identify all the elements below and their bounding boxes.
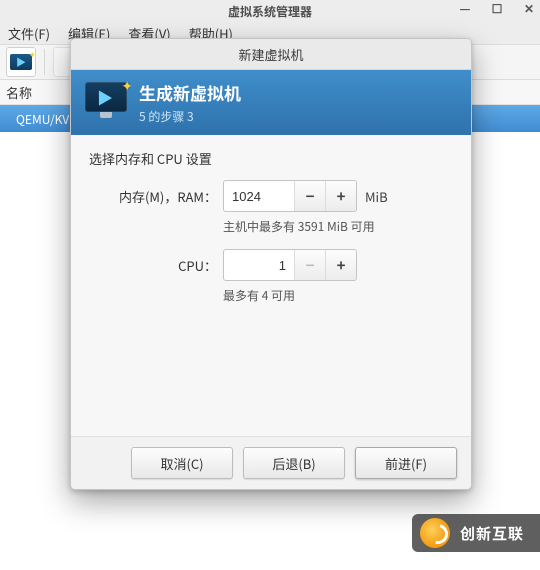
memory-label: 内存(M)，RAM： (89, 187, 223, 206)
toolbar-divider (44, 49, 45, 75)
menu-file[interactable]: 文件(F) (8, 24, 50, 43)
cpu-spinner: − + (223, 249, 357, 281)
memory-input[interactable] (224, 181, 294, 211)
cpu-input[interactable] (224, 250, 294, 280)
minimize-icon[interactable]: — (458, 0, 472, 17)
cpu-decrement-button[interactable]: − (294, 250, 325, 280)
memory-decrement-button[interactable]: − (294, 181, 325, 211)
starburst-icon: ✦ (121, 76, 133, 96)
vm-icon: ✦ (85, 82, 127, 118)
watermark-text: 创新互联 (460, 523, 524, 544)
forward-button[interactable]: 前进(F) (355, 447, 457, 479)
memory-increment-button[interactable]: + (325, 181, 356, 211)
memory-hint: 主机中最多有 3591 MiB 可用 (223, 218, 453, 235)
dialog-header-title: 生成新虚拟机 (139, 80, 457, 105)
starburst-icon: ✦ (28, 48, 36, 61)
new-vm-button[interactable]: ✦ (6, 47, 36, 77)
connection-name: QEMU/KV (16, 111, 69, 128)
watermark-logo-icon (420, 518, 450, 548)
dialog-footer: 取消(C) 后退(B) 前进(F) (71, 436, 471, 489)
window-title: 虚拟系统管理器 (228, 3, 312, 20)
cpu-label: CPU： (89, 256, 223, 275)
close-icon[interactable]: ✕ (522, 0, 536, 17)
section-title: 选择内存和 CPU 设置 (89, 149, 453, 168)
dialog-title: 新建虚拟机 (238, 45, 303, 64)
dialog-body: 选择内存和 CPU 设置 内存(M)，RAM： − + MiB 主机中最多有 3… (71, 135, 471, 436)
cpu-increment-button[interactable]: + (325, 250, 356, 280)
window-titlebar: 虚拟系统管理器 — ☐ ✕ (0, 0, 540, 22)
cpu-hint: 最多有 4 可用 (223, 287, 453, 304)
dialog-header: ✦ 生成新虚拟机 5 的步骤 3 (71, 70, 471, 135)
column-name: 名称 (6, 83, 32, 102)
dialog-step-label: 5 的步骤 3 (139, 108, 457, 125)
memory-row: 内存(M)，RAM： − + MiB (89, 180, 453, 212)
memory-unit: MiB (365, 187, 388, 206)
watermark: 创新互联 (412, 514, 540, 552)
new-vm-dialog: 新建虚拟机 ✦ 生成新虚拟机 5 的步骤 3 选择内存和 CPU 设置 内存(M… (70, 38, 472, 490)
monitor-icon: ✦ (10, 54, 32, 70)
memory-spinner: − + (223, 180, 357, 212)
cancel-button[interactable]: 取消(C) (131, 447, 233, 479)
cpu-row: CPU： − + (89, 249, 453, 281)
dialog-titlebar: 新建虚拟机 (71, 39, 471, 70)
back-button[interactable]: 后退(B) (243, 447, 345, 479)
maximize-icon[interactable]: ☐ (490, 0, 504, 17)
